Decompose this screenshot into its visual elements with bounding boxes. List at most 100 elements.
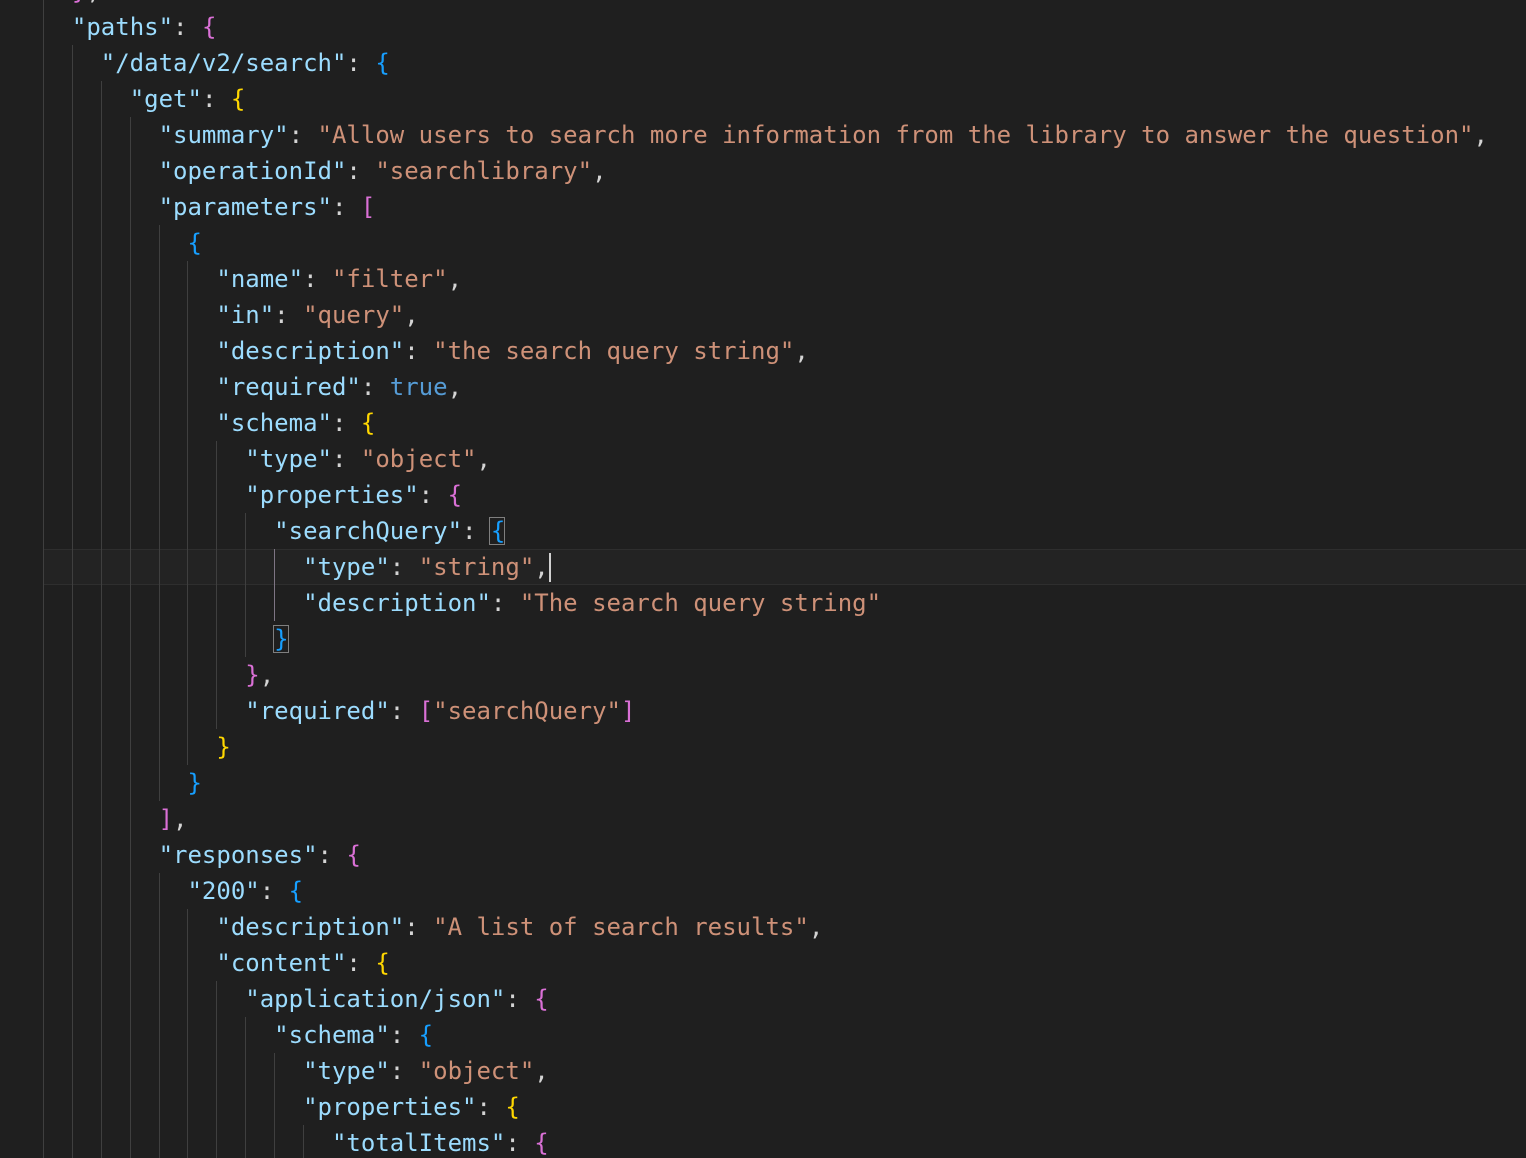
- code-line[interactable]: "content": {: [43, 945, 1526, 981]
- code-line[interactable]: "description": "The search query string": [43, 585, 1526, 621]
- indent-guide: [43, 369, 44, 405]
- code-text: "type": "object",: [245, 441, 491, 477]
- code-token: }: [245, 661, 259, 689]
- code-token: {: [534, 1129, 548, 1157]
- code-token: "query": [303, 301, 404, 329]
- indent-guide: [43, 729, 44, 765]
- indent-guide: [43, 405, 44, 441]
- indent-guide: [43, 945, 44, 981]
- code-line[interactable]: "required": ["searchQuery"]: [43, 693, 1526, 729]
- indent-guide: [101, 801, 102, 837]
- code-line[interactable]: "required": true,: [43, 369, 1526, 405]
- code-text: "totalItems": {: [332, 1125, 549, 1158]
- code-line[interactable]: "responses": {: [43, 837, 1526, 873]
- code-token: {: [375, 949, 389, 977]
- indent-guide: [130, 621, 131, 657]
- code-line[interactable]: },: [43, 657, 1526, 693]
- code-line[interactable]: "summary": "Allow users to search more i…: [43, 117, 1526, 153]
- code-text: "application/json": {: [245, 981, 548, 1017]
- indent-guide: [101, 1053, 102, 1089]
- code-line[interactable]: "parameters": [: [43, 189, 1526, 225]
- indent-guide: [43, 549, 44, 585]
- active-indent-guide: [274, 549, 275, 585]
- indent-guide: [159, 333, 160, 369]
- code-token: "responses": [159, 841, 318, 869]
- code-token: "type": [303, 553, 390, 581]
- indent-guide: [130, 225, 131, 261]
- code-token: :: [332, 445, 361, 473]
- indent-guide: [216, 1017, 217, 1053]
- code-token: {: [448, 481, 462, 509]
- indent-guide: [216, 693, 217, 729]
- indent-guide: [101, 621, 102, 657]
- bracket-match-highlight: [489, 517, 505, 545]
- code-text: "operationId": "searchlibrary",: [159, 153, 607, 189]
- indent-guide: [43, 801, 44, 837]
- code-line[interactable]: }: [43, 765, 1526, 801]
- indent-guide: [130, 981, 131, 1017]
- code-line[interactable]: "schema": {: [43, 405, 1526, 441]
- code-line[interactable]: }: [43, 621, 1526, 657]
- code-area[interactable]: },"paths": {"/data/v2/search": {"get": {…: [43, 0, 1526, 1158]
- code-token: "totalItems": [332, 1129, 505, 1157]
- indent-guide: [101, 945, 102, 981]
- code-line[interactable]: "totalItems": {: [43, 1125, 1526, 1158]
- code-token: "required": [216, 373, 361, 401]
- code-token: }: [187, 769, 201, 797]
- indent-guide: [130, 549, 131, 585]
- indent-guide: [159, 549, 160, 585]
- code-line[interactable]: "200": {: [43, 873, 1526, 909]
- indent-guide: [101, 909, 102, 945]
- code-token: ,: [476, 445, 490, 473]
- indent-guide: [72, 873, 73, 909]
- indent-guide: [187, 477, 188, 513]
- indent-guide: [101, 657, 102, 693]
- code-line[interactable]: "type": "string",: [43, 549, 1526, 585]
- code-line[interactable]: "paths": {: [43, 9, 1526, 45]
- code-line[interactable]: {: [43, 225, 1526, 261]
- code-line[interactable]: }: [43, 729, 1526, 765]
- code-line[interactable]: "description": "the search query string"…: [43, 333, 1526, 369]
- indent-guide: [43, 441, 44, 477]
- code-token: :: [202, 85, 231, 113]
- code-token: "name": [216, 265, 303, 293]
- code-token: "200": [187, 877, 259, 905]
- code-text: "summary": "Allow users to search more i…: [159, 117, 1488, 153]
- indent-guide: [130, 153, 131, 189]
- code-text: ],: [159, 801, 188, 837]
- code-line[interactable]: "properties": {: [43, 477, 1526, 513]
- indent-guide: [72, 549, 73, 585]
- code-line[interactable]: "get": {: [43, 81, 1526, 117]
- code-token: "content": [216, 949, 346, 977]
- code-line[interactable]: "name": "filter",: [43, 261, 1526, 297]
- indent-guide: [159, 513, 160, 549]
- code-line[interactable]: "schema": {: [43, 1017, 1526, 1053]
- code-token: "application/json": [245, 985, 505, 1013]
- code-line[interactable]: "searchQuery": {: [43, 513, 1526, 549]
- indent-guide: [216, 513, 217, 549]
- code-editor[interactable]: },"paths": {"/data/v2/search": {"get": {…: [0, 0, 1526, 1158]
- code-token: :: [346, 49, 375, 77]
- code-line[interactable]: "properties": {: [43, 1089, 1526, 1125]
- code-token: {: [231, 85, 245, 113]
- code-line[interactable]: "operationId": "searchlibrary",: [43, 153, 1526, 189]
- code-line[interactable]: "type": "object",: [43, 441, 1526, 477]
- indent-guide: [303, 1125, 304, 1158]
- code-text: "type": "string",: [303, 549, 549, 585]
- code-line[interactable]: "type": "object",: [43, 1053, 1526, 1089]
- code-line[interactable]: "description": "A list of search results…: [43, 909, 1526, 945]
- indent-guide: [159, 369, 160, 405]
- indent-guide: [130, 873, 131, 909]
- code-line[interactable]: "in": "query",: [43, 297, 1526, 333]
- indent-guide: [43, 513, 44, 549]
- code-line[interactable]: "/data/v2/search": {: [43, 45, 1526, 81]
- code-token: {: [202, 13, 216, 41]
- code-line[interactable]: "application/json": {: [43, 981, 1526, 1017]
- code-token: :: [390, 1021, 419, 1049]
- code-token: "description": [303, 589, 491, 617]
- indent-guide: [72, 45, 73, 81]
- code-token: {: [361, 409, 375, 437]
- code-line[interactable]: ],: [43, 801, 1526, 837]
- code-line[interactable]: },: [43, 0, 1526, 9]
- indent-guide: [130, 801, 131, 837]
